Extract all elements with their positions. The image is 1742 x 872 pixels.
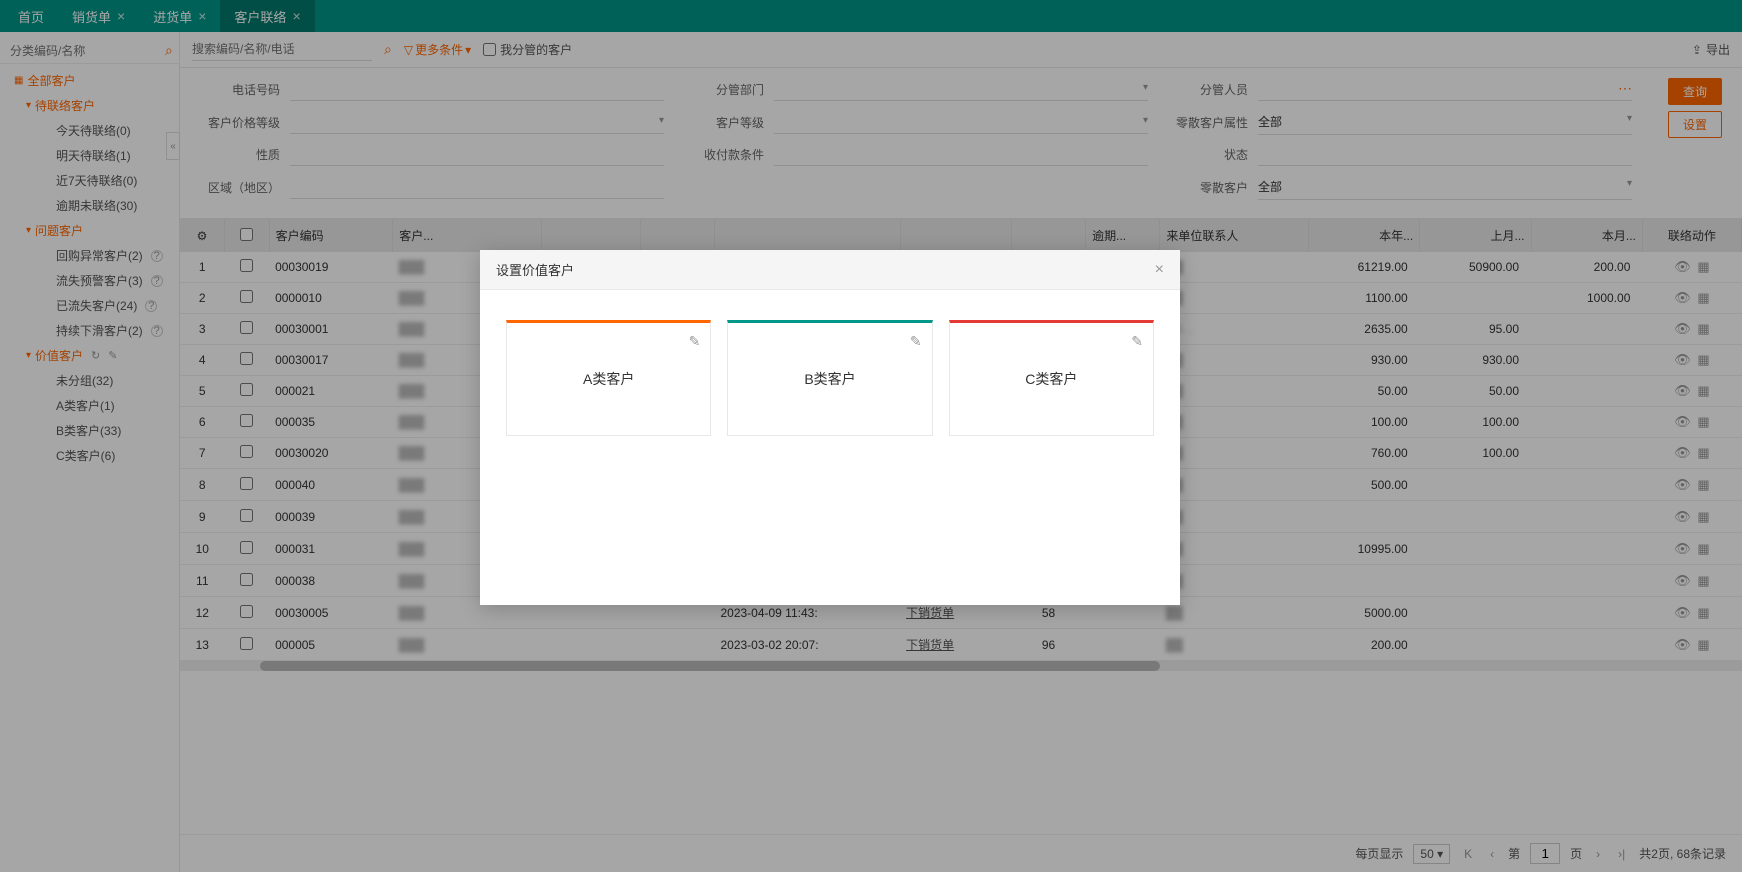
edit-icon[interactable]: ✎ xyxy=(689,333,701,350)
close-icon[interactable]: × xyxy=(1155,261,1164,279)
card-label: A类客户 xyxy=(583,369,634,389)
edit-icon[interactable]: ✎ xyxy=(910,333,922,350)
card-label: C类客户 xyxy=(1025,369,1077,389)
card-b-customer[interactable]: ✎ B类客户 xyxy=(727,320,932,436)
card-label: B类客户 xyxy=(804,369,855,389)
value-customer-modal: 设置价值客户 × ✎ A类客户 ✎ B类客户 ✎ C类客户 xyxy=(480,250,1180,605)
modal-title: 设置价值客户 xyxy=(496,260,574,279)
card-a-customer[interactable]: ✎ A类客户 xyxy=(506,320,711,436)
edit-icon[interactable]: ✎ xyxy=(1131,333,1143,350)
card-c-customer[interactable]: ✎ C类客户 xyxy=(949,320,1154,436)
